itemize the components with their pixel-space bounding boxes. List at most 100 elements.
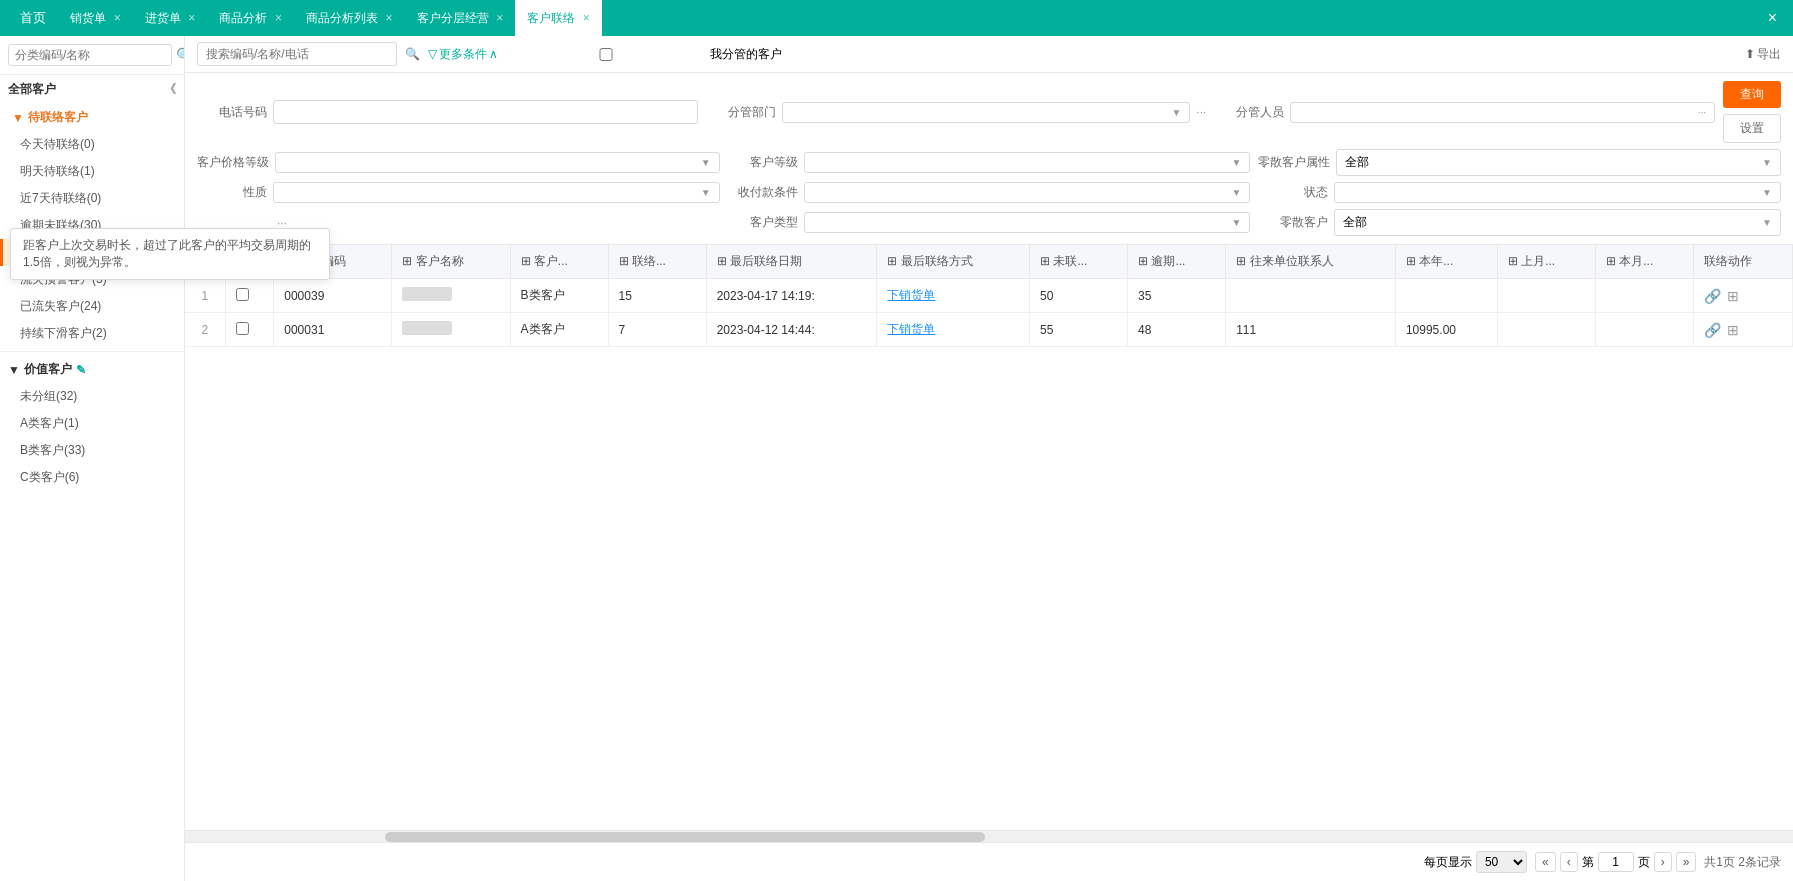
filter-bar: 🔍 ▽ 更多条件 ∧ 我分管的客户 ⬆ 导出: [185, 36, 1793, 73]
nav-item-product-analysis[interactable]: 商品分析 ×: [207, 0, 294, 36]
close-product-analysis-icon[interactable]: ×: [275, 11, 282, 25]
col-contact-header[interactable]: ⊞ 联络...: [608, 245, 706, 279]
col-type-header[interactable]: ⊞ 客户...: [510, 245, 608, 279]
col-last-date-header[interactable]: ⊞ 最后联络日期: [706, 245, 877, 279]
row2-view-icon[interactable]: 🔗: [1704, 322, 1721, 338]
row2-name-placeholder: [402, 321, 452, 335]
value-group-label: 价值客户: [24, 361, 72, 378]
category-search-icon[interactable]: 🔍: [176, 47, 185, 63]
row2-checkbox-cell: [225, 313, 274, 347]
sidebar-item-class-b[interactable]: B类客户(33): [0, 437, 184, 464]
row2-year-amount: 10995.00: [1395, 313, 1497, 347]
col-year-sort-icon: ⊞: [1406, 254, 1416, 268]
phone-input[interactable]: [273, 100, 698, 124]
sidebar-item-7days[interactable]: 近7天待联络(0): [0, 185, 184, 212]
prev-page-button[interactable]: ‹: [1560, 852, 1578, 872]
col-contact-label: 联络...: [632, 254, 666, 268]
row1-last-method-link[interactable]: 下销货单: [887, 288, 935, 302]
col-this-month-header[interactable]: ⊞ 本月...: [1595, 245, 1693, 279]
retail-attr-select[interactable]: 全部 ▼: [1336, 149, 1781, 176]
my-customers-label: 我分管的客户: [710, 46, 782, 63]
nav-item-customer-contact[interactable]: 客户联络 ×: [515, 0, 602, 36]
retail-customer-select[interactable]: 全部 ▼: [1334, 209, 1781, 236]
row2-more-icon[interactable]: ⊞: [1727, 322, 1739, 338]
sidebar-item-declining[interactable]: 持续下滑客户(2): [0, 320, 184, 347]
sidebar-item-class-a[interactable]: A类客户(1): [0, 410, 184, 437]
col-last-method-label: 最后联络方式: [901, 254, 973, 268]
row1-checkbox[interactable]: [236, 288, 249, 301]
sidebar: 🔍 全部客户 《 ▼ 待联络客户 今天待联络(0) 明天待联络(1) 近7天待联…: [0, 36, 185, 881]
pending-group-header[interactable]: ▼ 待联络客户: [0, 104, 184, 131]
close-customer-ops-icon[interactable]: ×: [496, 11, 503, 25]
more-conditions-button[interactable]: ▽ 更多条件 ∧: [428, 46, 498, 63]
col-last-method-header[interactable]: ⊞ 最后联络方式: [877, 245, 1030, 279]
global-close-button[interactable]: ×: [1760, 9, 1785, 27]
customer-level-select[interactable]: ▼: [804, 152, 1251, 173]
first-page-button[interactable]: «: [1535, 852, 1556, 872]
query-button[interactable]: 查询: [1723, 81, 1781, 108]
nav-item-purchase[interactable]: 进货单 ×: [133, 0, 208, 36]
customer-type-chevron-icon: ▼: [1231, 217, 1241, 228]
col-contact-person-header[interactable]: ⊞ 往来单位联系人: [1226, 245, 1396, 279]
row1-view-icon[interactable]: 🔗: [1704, 288, 1721, 304]
search-button-icon[interactable]: 🔍: [405, 47, 420, 61]
row1-last-method[interactable]: 下销货单: [877, 279, 1030, 313]
gender-label: 性质: [197, 184, 267, 201]
row2-last-method-link[interactable]: 下销货单: [887, 322, 935, 336]
col-last-month-header[interactable]: ⊞ 上月...: [1497, 245, 1595, 279]
customer-type-select[interactable]: ▼: [804, 212, 1251, 233]
next-page-button[interactable]: ›: [1654, 852, 1672, 872]
table-area: ⚙ ⊞ 客户编码 ⊞ 客户名称: [185, 245, 1793, 830]
row2-this-month: [1595, 313, 1693, 347]
settings-button[interactable]: 设置: [1723, 114, 1781, 143]
my-customers-checkbox[interactable]: [506, 48, 706, 61]
per-page-select[interactable]: 50 100 200: [1476, 851, 1527, 873]
close-sales-icon[interactable]: ×: [114, 11, 121, 25]
category-search-input[interactable]: [8, 44, 172, 66]
scroll-thumb[interactable]: [385, 832, 985, 842]
value-group-edit-icon[interactable]: ✎: [76, 363, 86, 377]
last-page-button[interactable]: »: [1676, 852, 1697, 872]
col-uncontact-header[interactable]: ⊞ 未联...: [1030, 245, 1128, 279]
close-purchase-icon[interactable]: ×: [188, 11, 195, 25]
col-overdue-header[interactable]: ⊞ 逾期...: [1128, 245, 1226, 279]
filter-row-1: 电话号码 分管部门 ▼ ··· 分管人员 ···: [197, 81, 1781, 143]
close-product-list-icon[interactable]: ×: [386, 11, 393, 25]
sidebar-item-today[interactable]: 今天待联络(0): [0, 131, 184, 158]
manager-select[interactable]: ···: [1290, 102, 1715, 123]
row2-last-date: 2023-04-12 14:44:: [706, 313, 877, 347]
price-level-select[interactable]: ▼: [275, 152, 720, 173]
nav-item-customer-ops[interactable]: 客户分层经营 ×: [405, 0, 516, 36]
value-group-header[interactable]: ▼ 价值客户 ✎: [0, 356, 184, 383]
row1-more-icon[interactable]: ⊞: [1727, 288, 1739, 304]
sidebar-item-ungrouped[interactable]: 未分组(32): [0, 383, 184, 410]
export-button[interactable]: ⬆ 导出: [1745, 46, 1781, 63]
payment-select[interactable]: ▼: [804, 182, 1251, 203]
value-group-arrow: ▼: [8, 363, 20, 377]
sidebar-item-churned[interactable]: 已流失客户(24): [0, 293, 184, 320]
col-name-header[interactable]: ⊞ 客户名称: [392, 245, 510, 279]
nav-item-home[interactable]: 首页: [8, 0, 58, 36]
nav-item-sales[interactable]: 销货单 ×: [58, 0, 133, 36]
table-row: 2 000031 A类客户 7 2023-04-12 14:44: 下销货单: [185, 313, 1793, 347]
department-label: 分管部门: [706, 104, 776, 121]
department-select[interactable]: ▼: [782, 102, 1191, 123]
current-page-input[interactable]: [1598, 852, 1634, 872]
row2-contact-count: 7: [608, 313, 706, 347]
gender-select[interactable]: ▼: [273, 182, 720, 203]
all-customers-section[interactable]: 全部客户 《: [0, 75, 184, 104]
col-uncontact-label: 未联...: [1053, 254, 1087, 268]
horizontal-scrollbar[interactable]: [185, 830, 1793, 842]
sidebar-item-class-c[interactable]: C类客户(6): [0, 464, 184, 491]
row2-checkbox[interactable]: [236, 322, 249, 335]
col-year-header[interactable]: ⊞ 本年...: [1395, 245, 1497, 279]
customer-level-label: 客户等级: [728, 154, 798, 171]
search-input[interactable]: [197, 42, 397, 66]
sidebar-collapse-icon[interactable]: 《: [164, 81, 176, 98]
row2-last-method[interactable]: 下销货单: [877, 313, 1030, 347]
sidebar-item-tomorrow[interactable]: 明天待联络(1): [0, 158, 184, 185]
close-customer-contact-icon[interactable]: ×: [583, 11, 590, 25]
nav-item-product-list[interactable]: 商品分析列表 ×: [294, 0, 405, 36]
department-dots[interactable]: ···: [1196, 105, 1206, 119]
status-select[interactable]: ▼: [1334, 182, 1781, 203]
